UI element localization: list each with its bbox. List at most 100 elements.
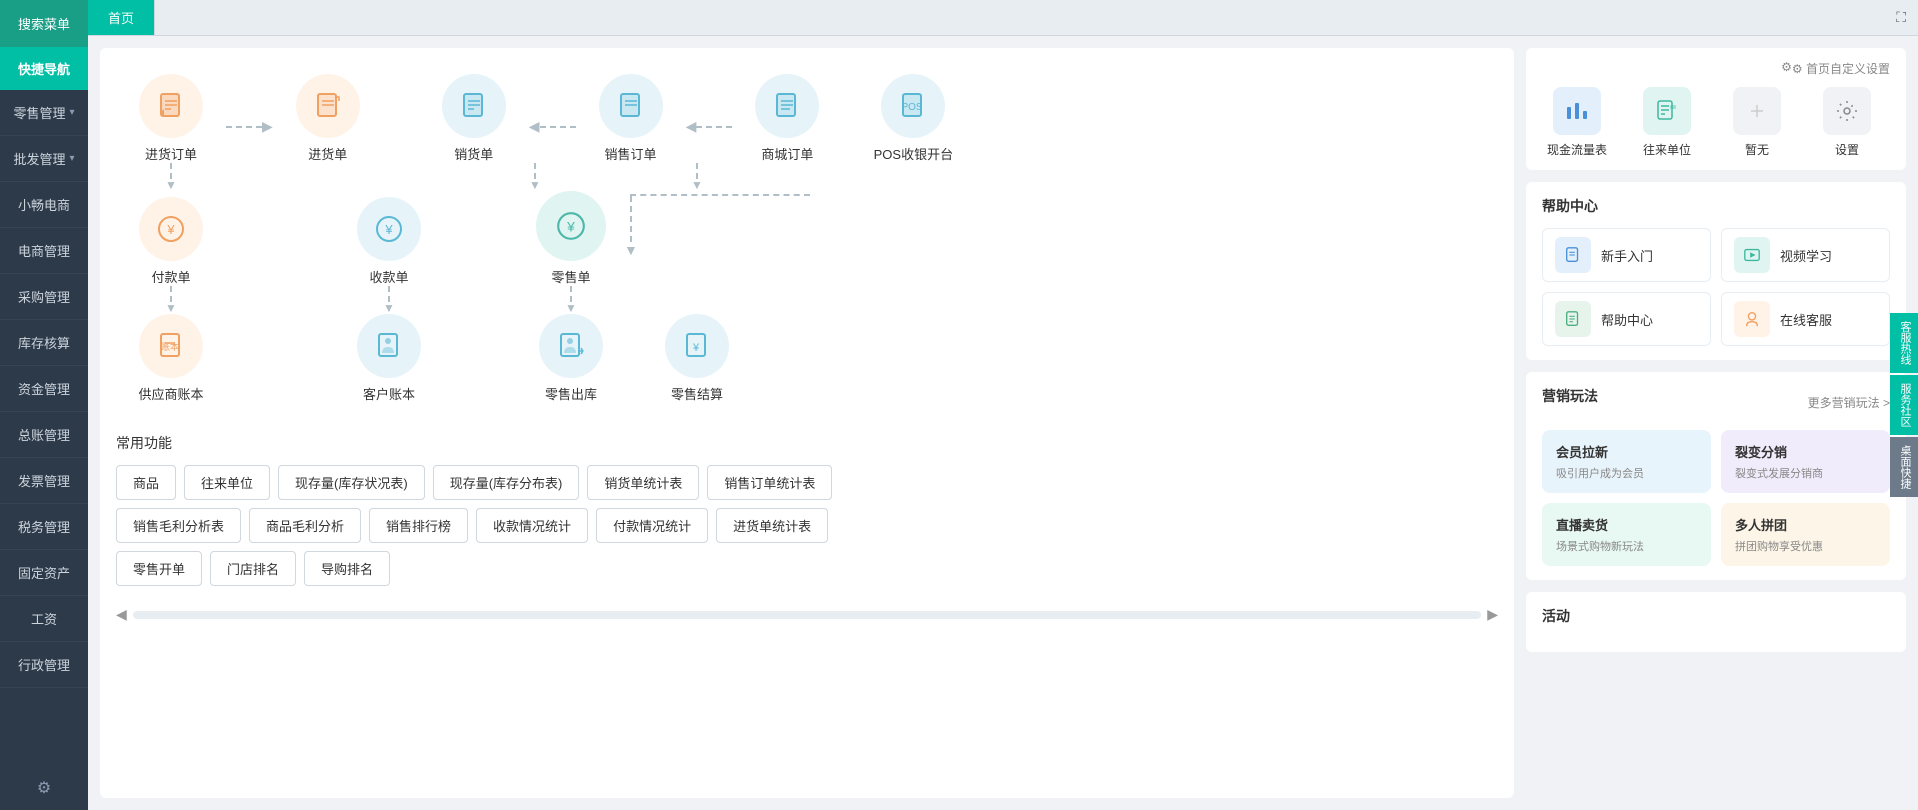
service-community-button[interactable]: 服务社区 (1890, 375, 1918, 435)
supplier-account-label: 供应商账本 (138, 384, 203, 403)
none-label: 暂无 (1745, 141, 1769, 158)
sidebar-item-retail[interactable]: 零售管理 ▾ (0, 90, 88, 136)
help-item-docs[interactable]: 帮助中心 (1542, 292, 1711, 346)
marketing-item-group[interactable]: 多人拼团 拼团购物享受优惠 (1721, 503, 1890, 566)
fullscreen-icon[interactable]: ⛶ (1896, 9, 1906, 26)
settings-quick-icon (1823, 87, 1871, 135)
sidebar-item-inventory[interactable]: 库存核算 (0, 320, 88, 366)
customer-service-button[interactable]: 客服热线 (1890, 313, 1918, 373)
quick-icon-settings[interactable]: 设置 (1812, 87, 1882, 158)
contacts-label: 往来单位 (1643, 141, 1691, 158)
svg-text:¥: ¥ (166, 222, 175, 237)
func-btn-sales-margin[interactable]: 销售毛利分析表 (116, 508, 241, 543)
sidebar-item-ecommerce-small[interactable]: 小畅电商 (0, 182, 88, 228)
help-item-beginner[interactable]: 新手入门 (1542, 228, 1711, 282)
sales-bill-icon (442, 74, 506, 138)
sidebar-item-wholesale-label: 批发管理 (13, 149, 65, 168)
video-icon (1734, 237, 1770, 273)
sidebar-item-fixed-assets[interactable]: 固定资产 (0, 550, 88, 596)
func-btn-sales-rank[interactable]: 销售排行榜 (369, 508, 468, 543)
flow-node-pos-open[interactable]: POS POS收银开台 (863, 74, 963, 163)
func-btn-goods[interactable]: 商品 (116, 465, 176, 500)
flow-node-sales-order[interactable]: 销售订单 (581, 74, 681, 163)
flow-node-supplier-account[interactable]: 账本 供应商账本 (121, 314, 221, 403)
quick-access-panel: ⚙ ⚙ 首页自定义设置 现金流量表 往来单位 (1526, 48, 1906, 170)
func-btn-stock-status[interactable]: 现存量(库存状况表) (278, 465, 425, 500)
sidebar-item-finance-label: 资金管理 (18, 379, 70, 398)
sidebar-item-admin[interactable]: 行政管理 (0, 642, 88, 688)
quick-icon-contacts[interactable]: 往来单位 (1632, 87, 1702, 158)
flow-node-customer-account[interactable]: 客户账本 (339, 314, 439, 403)
svg-text:¥: ¥ (384, 222, 393, 237)
flow-node-purchase-bill[interactable]: 进货单 (278, 74, 378, 163)
help-item-video[interactable]: 视频学习 (1721, 228, 1890, 282)
sales-order-icon (599, 74, 663, 138)
sidebar-item-finance[interactable]: 资金管理 (0, 366, 88, 412)
flow-node-retail-settlement[interactable]: ¥ 零售结算 (647, 314, 747, 403)
retail-settlement-label: 零售结算 (671, 384, 723, 403)
content-area: 进货订单 ▶ 进货单 (88, 36, 1918, 810)
func-btn-contacts[interactable]: 往来单位 (184, 465, 270, 500)
marketing-item-member[interactable]: 会员拉新 吸引用户成为会员 (1542, 430, 1711, 493)
scroll-right-button[interactable]: ▶ (1487, 606, 1498, 623)
func-btn-sales-order-stat[interactable]: 销售订单统计表 (707, 465, 832, 500)
retail-outbound-icon (539, 314, 603, 378)
func-btn-payment-stat[interactable]: 付款情况统计 (596, 508, 708, 543)
tab-home[interactable]: 首页 (88, 0, 155, 35)
func-btn-stock-dist[interactable]: 现存量(库存分布表) (433, 465, 580, 500)
flow-node-payment-bill[interactable]: ¥ 付款单 (121, 197, 221, 286)
flow-node-purchase-order[interactable]: 进货订单 (121, 74, 221, 163)
sidebar-item-payroll[interactable]: 工资 (0, 596, 88, 642)
sidebar-item-purchase-label: 采购管理 (18, 287, 70, 306)
sidebar-item-retail-label: 零售管理 (13, 103, 65, 122)
func-btn-goods-margin[interactable]: 商品毛利分析 (249, 508, 361, 543)
flow-node-retail-bill[interactable]: ¥ 零售单 (521, 191, 621, 286)
sidebar-item-invoice[interactable]: 发票管理 (0, 458, 88, 504)
marketing-item-live[interactable]: 直播卖货 场景式购物新玩法 (1542, 503, 1711, 566)
sidebar-item-tax[interactable]: 税务管理 (0, 504, 88, 550)
sidebar-item-ecommerce-label: 电商管理 (18, 241, 70, 260)
func-btn-sales-stat[interactable]: 销货单统计表 (587, 465, 699, 500)
scroll-track[interactable] (133, 611, 1481, 619)
sidebar-item-ledger[interactable]: 总账管理 (0, 412, 88, 458)
help-item-service[interactable]: 在线客服 (1721, 292, 1890, 346)
marketing-item-fission[interactable]: 裂变分销 裂变式发展分销商 (1721, 430, 1890, 493)
purchase-bill-icon (296, 74, 360, 138)
flow-node-receipt-bill[interactable]: ¥ 收款单 (339, 197, 439, 286)
func-btn-retail-order[interactable]: 零售开单 (116, 551, 202, 586)
func-btn-receipt-stat[interactable]: 收款情况统计 (476, 508, 588, 543)
pos-open-label: POS收银开台 (874, 144, 953, 163)
marketing-title: 营销玩法 (1542, 386, 1598, 406)
func-btn-purchase-stat[interactable]: 进货单统计表 (716, 508, 828, 543)
sidebar-item-ecommerce[interactable]: 电商管理 (0, 228, 88, 274)
sidebar-settings-button[interactable]: ⚙ (0, 766, 88, 810)
quick-icon-none[interactable]: 暂无 (1722, 87, 1792, 158)
retail-outbound-label: 零售出库 (545, 384, 597, 403)
marketing-group-title: 多人拼团 (1735, 515, 1876, 534)
pos-open-icon: POS (881, 74, 945, 138)
customer-account-icon (357, 314, 421, 378)
sidebar-item-tax-label: 税务管理 (18, 517, 70, 536)
sidebar-search[interactable]: 搜索菜单 (0, 0, 88, 47)
flow-node-retail-outbound[interactable]: 零售出库 (521, 314, 621, 403)
retail-settlement-icon: ¥ (665, 314, 729, 378)
flow-node-sales-bill[interactable]: 销货单 (424, 74, 524, 163)
func-btn-store-rank[interactable]: 门店排名 (210, 551, 296, 586)
sidebar-item-fixed-assets-label: 固定资产 (18, 563, 70, 582)
left-panel: 进货订单 ▶ 进货单 (100, 48, 1514, 798)
sidebar-item-purchase[interactable]: 采购管理 (0, 274, 88, 320)
more-marketing-button[interactable]: 更多营销玩法 > (1808, 394, 1890, 411)
activity-title: 活动 (1542, 606, 1890, 626)
scroll-left-button[interactable]: ◀ (116, 606, 127, 623)
desktop-shortcut-button[interactable]: 桌面快捷 (1890, 437, 1918, 497)
payment-bill-icon: ¥ (139, 197, 203, 261)
quick-icon-cashflow[interactable]: 现金流量表 (1542, 87, 1612, 158)
sidebar-nav-label: 快捷导航 (0, 47, 88, 90)
sidebar-item-wholesale[interactable]: 批发管理 ▾ (0, 136, 88, 182)
purchase-order-icon (139, 74, 203, 138)
func-btn-guide-rank[interactable]: 导购排名 (304, 551, 390, 586)
homepage-customize-button[interactable]: ⚙ ⚙ 首页自定义设置 (1542, 60, 1890, 77)
flow-node-mall-order[interactable]: 商城订单 (737, 74, 837, 163)
cashflow-icon (1553, 87, 1601, 135)
sidebar-item-invoice-label: 发票管理 (18, 471, 70, 490)
